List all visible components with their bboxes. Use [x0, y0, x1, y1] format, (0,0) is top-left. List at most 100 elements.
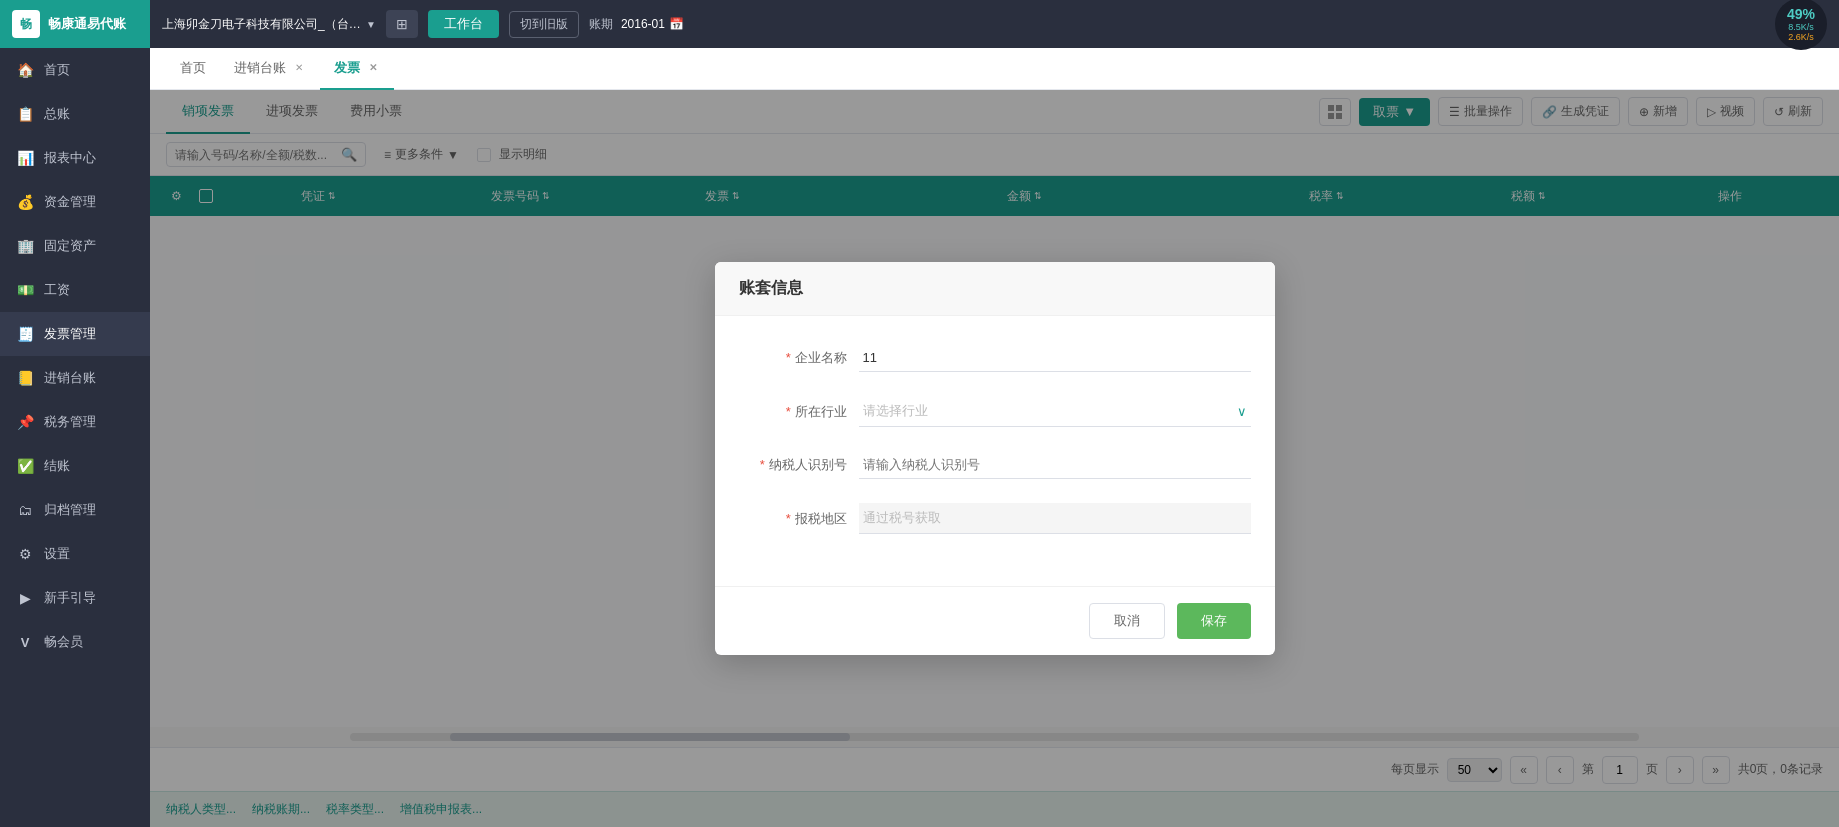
tab-close-invoice[interactable]: ✕ [366, 61, 380, 75]
sidebar-item-salary[interactable]: 💵 工资 [0, 268, 150, 312]
company-name-input[interactable] [859, 344, 1251, 372]
sidebar-label: 进销台账 [44, 369, 96, 387]
logo-icon: 畅 [12, 10, 40, 38]
sidebar-item-archive[interactable]: 🗂 归档管理 [0, 488, 150, 532]
ledger-icon: 📋 [16, 105, 34, 123]
guide-icon: ▶ [16, 589, 34, 607]
content-area: 销项发票 进项发票 费用小票 [150, 90, 1839, 827]
sidebar-label: 结账 [44, 457, 70, 475]
required-star-region: * [786, 511, 791, 526]
speed-up: 8.5K/s [1788, 22, 1814, 32]
archive-icon: 🗂 [16, 501, 34, 519]
tab-home-label: 首页 [180, 59, 206, 77]
required-star-industry: * [786, 404, 791, 419]
tax-icon: 📌 [16, 413, 34, 431]
sidebar-item-funds[interactable]: 💰 资金管理 [0, 180, 150, 224]
tab-sales-label: 进销台账 [234, 59, 286, 77]
switch-old-button[interactable]: 切到旧版 [509, 11, 579, 38]
calendar-icon[interactable]: 📅 [669, 17, 684, 31]
main-area: 上海卯金刀电子科技有限公司_（台201... ▼ ⊞ 工作台 切到旧版 账期 2… [150, 0, 1839, 827]
company-name: 上海卯金刀电子科技有限公司_（台201... [162, 16, 362, 33]
tax-region-placeholder: 通过税号获取 [863, 510, 941, 525]
period-value: 2016-01 [621, 17, 665, 31]
sidebar-item-home[interactable]: 🏠 首页 [0, 48, 150, 92]
sidebar-label: 税务管理 [44, 413, 96, 431]
home-icon: 🏠 [16, 61, 34, 79]
tab-invoice-label: 发票 [334, 59, 360, 77]
sidebar-label: 资金管理 [44, 193, 96, 211]
required-star-taxid: * [760, 457, 765, 472]
sidebar: 畅 畅康通易代账 🏠 首页 📋 总账 📊 报表中心 💰 资金管理 🏢 固 [0, 0, 150, 827]
account-period: 账期 2016-01 📅 [589, 16, 684, 33]
sidebar-label: 设置 [44, 545, 70, 563]
period-label: 账期 [589, 16, 613, 33]
industry-arrow-icon: ∨ [1237, 404, 1247, 419]
funds-icon: 💰 [16, 193, 34, 211]
cancel-button[interactable]: 取消 [1089, 603, 1165, 639]
modal-body: * 企业名称 * 所在行业 请选择行业 [715, 316, 1275, 586]
top-right: 49% 8.5K/s 2.6K/s [1775, 0, 1827, 50]
sidebar-item-settings[interactable]: ⚙ 设置 [0, 532, 150, 576]
sidebar-item-ledger[interactable]: 📋 总账 [0, 92, 150, 136]
tax-region-label: * 报税地区 [739, 510, 859, 528]
tab-sales-ledger[interactable]: 进销台账 ✕ [220, 48, 320, 90]
close-accounts-icon: ✅ [16, 457, 34, 475]
sidebar-label: 畅会员 [44, 633, 83, 651]
copy-icon: ⊞ [396, 16, 408, 32]
form-row-tax-id: * 纳税人识别号 [739, 451, 1251, 479]
sidebar-item-reports[interactable]: 📊 报表中心 [0, 136, 150, 180]
app-name: 畅康通易代账 [48, 15, 126, 33]
sidebar-label: 新手引导 [44, 589, 96, 607]
speed-percent: 49% [1787, 6, 1815, 22]
sidebar-label: 报表中心 [44, 149, 96, 167]
required-star: * [786, 350, 791, 365]
company-selector[interactable]: 上海卯金刀电子科技有限公司_（台201... ▼ [162, 16, 376, 33]
sales-icon: 📒 [16, 369, 34, 387]
sidebar-label: 发票管理 [44, 325, 96, 343]
speed-indicator: 49% 8.5K/s 2.6K/s [1775, 0, 1827, 50]
workbench-button[interactable]: 工作台 [428, 10, 499, 38]
industry-label: * 所在行业 [739, 403, 859, 421]
tab-home[interactable]: 首页 [166, 48, 220, 90]
sidebar-label: 归档管理 [44, 501, 96, 519]
modal-footer: 取消 保存 [715, 586, 1275, 655]
modal-overlay: 账套信息 * 企业名称 [150, 90, 1839, 827]
sidebar-item-guide[interactable]: ▶ 新手引导 [0, 576, 150, 620]
sidebar-item-tax[interactable]: 📌 税务管理 [0, 400, 150, 444]
sidebar-label: 总账 [44, 105, 70, 123]
industry-select[interactable]: 请选择行业 ∨ [859, 396, 1251, 427]
save-button[interactable]: 保存 [1177, 603, 1251, 639]
tax-id-input[interactable] [859, 451, 1251, 479]
company-dropdown-arrow: ▼ [366, 19, 376, 30]
company-name-label: * 企业名称 [739, 349, 859, 367]
sidebar-item-assets[interactable]: 🏢 固定资产 [0, 224, 150, 268]
assets-icon: 🏢 [16, 237, 34, 255]
member-icon: V [16, 633, 34, 651]
settings-icon: ⚙ [16, 545, 34, 563]
industry-placeholder: 请选择行业 [863, 402, 928, 420]
form-row-tax-region: * 报税地区 通过税号获取 [739, 503, 1251, 534]
sidebar-label: 工资 [44, 281, 70, 299]
form-row-company: * 企业名称 [739, 344, 1251, 372]
copy-icon-btn[interactable]: ⊞ [386, 10, 418, 38]
salary-icon: 💵 [16, 281, 34, 299]
sidebar-item-close[interactable]: ✅ 结账 [0, 444, 150, 488]
tax-region-field: 通过税号获取 [859, 503, 1251, 534]
sidebar-label: 首页 [44, 61, 70, 79]
form-row-industry: * 所在行业 请选择行业 ∨ [739, 396, 1251, 427]
tax-id-label: * 纳税人识别号 [739, 456, 859, 474]
app-logo: 畅 畅康通易代账 [0, 0, 150, 48]
reports-icon: 📊 [16, 149, 34, 167]
speed-down: 2.6K/s [1788, 32, 1814, 42]
modal-title: 账套信息 [739, 279, 803, 296]
sidebar-item-sales[interactable]: 📒 进销台账 [0, 356, 150, 400]
sidebar-item-invoice[interactable]: 🧾 发票管理 [0, 312, 150, 356]
account-info-modal: 账套信息 * 企业名称 [715, 262, 1275, 655]
sidebar-item-member[interactable]: V 畅会员 [0, 620, 150, 664]
top-bar: 上海卯金刀电子科技有限公司_（台201... ▼ ⊞ 工作台 切到旧版 账期 2… [150, 0, 1839, 48]
tab-close-sales[interactable]: ✕ [292, 61, 306, 75]
modal-header: 账套信息 [715, 262, 1275, 316]
invoice-icon: 🧾 [16, 325, 34, 343]
sidebar-nav: 🏠 首页 📋 总账 📊 报表中心 💰 资金管理 🏢 固定资产 💵 工资 [0, 48, 150, 827]
tab-invoice[interactable]: 发票 ✕ [320, 48, 394, 90]
